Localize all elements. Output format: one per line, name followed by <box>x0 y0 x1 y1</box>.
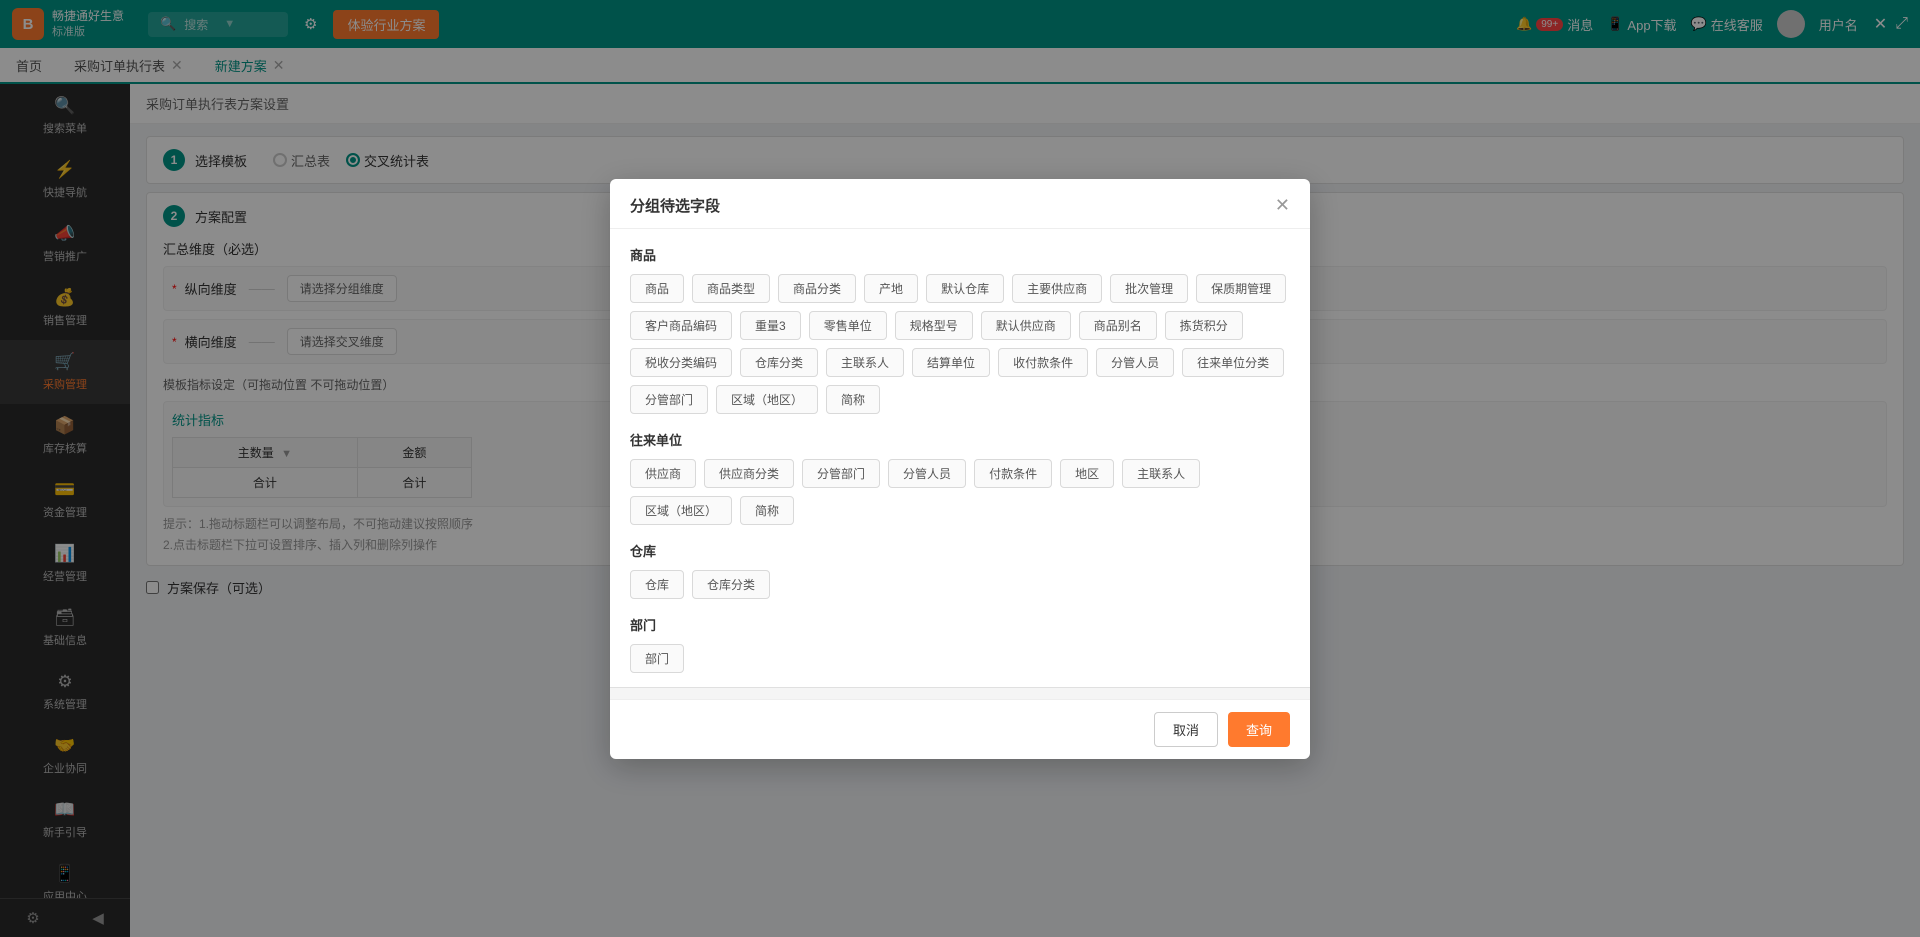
field-tag-cp-short[interactable]: 简称 <box>740 496 794 525</box>
field-tags-counterparty: 供应商 供应商分类 分管部门 分管人员 付款条件 地区 主联系人 区域（地区） … <box>630 459 1290 525</box>
field-select-dialog: 分组待选字段 ✕ 商品 商品 商品类型 商品分类 产地 默认仓库 主要供应商 批… <box>610 179 1310 759</box>
field-tag-shelf-life[interactable]: 保质期管理 <box>1196 274 1286 303</box>
field-group-warehouse: 仓库 仓库 仓库分类 <box>630 541 1290 599</box>
field-tag-department[interactable]: 部门 <box>630 644 684 673</box>
dialog-close-btn[interactable]: ✕ <box>1275 195 1290 216</box>
field-tag-unit-category[interactable]: 往来单位分类 <box>1182 348 1284 377</box>
field-tag-product-category[interactable]: 商品分类 <box>778 274 856 303</box>
field-tag-default-supplier[interactable]: 默认供应商 <box>981 311 1071 340</box>
field-tag-warehouse[interactable]: 仓库 <box>630 570 684 599</box>
field-tag-payment-terms[interactable]: 收付款条件 <box>998 348 1088 377</box>
field-tag-cp-manager[interactable]: 分管人员 <box>888 459 966 488</box>
field-tag-warehouse-category[interactable]: 仓库分类 <box>740 348 818 377</box>
field-tag-product-type[interactable]: 商品类型 <box>692 274 770 303</box>
field-tag-default-warehouse[interactable]: 默认仓库 <box>926 274 1004 303</box>
dialog-hscrollbar[interactable] <box>610 687 1310 699</box>
field-tag-manager[interactable]: 分管人员 <box>1096 348 1174 377</box>
dialog-header: 分组待选字段 ✕ <box>610 179 1310 229</box>
field-tag-main-contact[interactable]: 主联系人 <box>826 348 904 377</box>
field-tag-origin[interactable]: 产地 <box>864 274 918 303</box>
app-container: B 畅捷通好生意 标准版 🔍 搜索 ▼ ⚙ 体验行业方案 🔔 99+ 消息 📱 … <box>0 0 1920 937</box>
field-tag-customer-code[interactable]: 客户商品编码 <box>630 311 732 340</box>
field-tag-retail-unit[interactable]: 零售单位 <box>809 311 887 340</box>
field-tag-cp-region[interactable]: 区域（地区） <box>630 496 732 525</box>
field-group-department: 部门 部门 <box>630 615 1290 673</box>
dialog-overlay: 分组待选字段 ✕ 商品 商品 商品类型 商品分类 产地 默认仓库 主要供应商 批… <box>0 0 1920 937</box>
field-tag-batch[interactable]: 批次管理 <box>1110 274 1188 303</box>
field-tag-dept[interactable]: 分管部门 <box>630 385 708 414</box>
field-tag-main-supplier[interactable]: 主要供应商 <box>1012 274 1102 303</box>
field-tag-area[interactable]: 地区 <box>1060 459 1114 488</box>
field-group-counterparty: 往来单位 供应商 供应商分类 分管部门 分管人员 付款条件 地区 主联系人 区域… <box>630 430 1290 525</box>
field-tag-short-name[interactable]: 简称 <box>826 385 880 414</box>
field-tag-supplier-cat[interactable]: 供应商分类 <box>704 459 794 488</box>
dialog-footer: 取消 查询 <box>610 699 1310 759</box>
field-group-product: 商品 商品 商品类型 商品分类 产地 默认仓库 主要供应商 批次管理 保质期管理… <box>630 245 1290 414</box>
field-tag-product[interactable]: 商品 <box>630 274 684 303</box>
field-group-product-label: 商品 <box>630 245 1290 264</box>
field-tag-cp-dept[interactable]: 分管部门 <box>802 459 880 488</box>
field-tags-department: 部门 <box>630 644 1290 673</box>
dialog-body: 商品 商品 商品类型 商品分类 产地 默认仓库 主要供应商 批次管理 保质期管理… <box>610 229 1310 687</box>
field-tag-pick-points[interactable]: 拣货积分 <box>1165 311 1243 340</box>
field-tag-spec-model[interactable]: 规格型号 <box>895 311 973 340</box>
dialog-title: 分组待选字段 <box>630 195 720 216</box>
field-tag-region[interactable]: 区域（地区） <box>716 385 818 414</box>
field-tag-payment-cond[interactable]: 付款条件 <box>974 459 1052 488</box>
field-tag-product-alias[interactable]: 商品别名 <box>1079 311 1157 340</box>
field-tag-supplier[interactable]: 供应商 <box>630 459 696 488</box>
field-group-warehouse-label: 仓库 <box>630 541 1290 560</box>
field-group-counterparty-label: 往来单位 <box>630 430 1290 449</box>
field-tag-weight3[interactable]: 重量3 <box>740 311 801 340</box>
field-tags-product: 商品 商品类型 商品分类 产地 默认仓库 主要供应商 批次管理 保质期管理 客户… <box>630 274 1290 414</box>
field-tag-tax-code[interactable]: 税收分类编码 <box>630 348 732 377</box>
confirm-btn[interactable]: 查询 <box>1228 712 1290 747</box>
cancel-btn[interactable]: 取消 <box>1154 712 1218 747</box>
field-tag-cp-contact[interactable]: 主联系人 <box>1122 459 1200 488</box>
field-tag-warehouse-cat[interactable]: 仓库分类 <box>692 570 770 599</box>
field-tags-warehouse: 仓库 仓库分类 <box>630 570 1290 599</box>
field-group-department-label: 部门 <box>630 615 1290 634</box>
field-tag-settlement-unit[interactable]: 结算单位 <box>912 348 990 377</box>
